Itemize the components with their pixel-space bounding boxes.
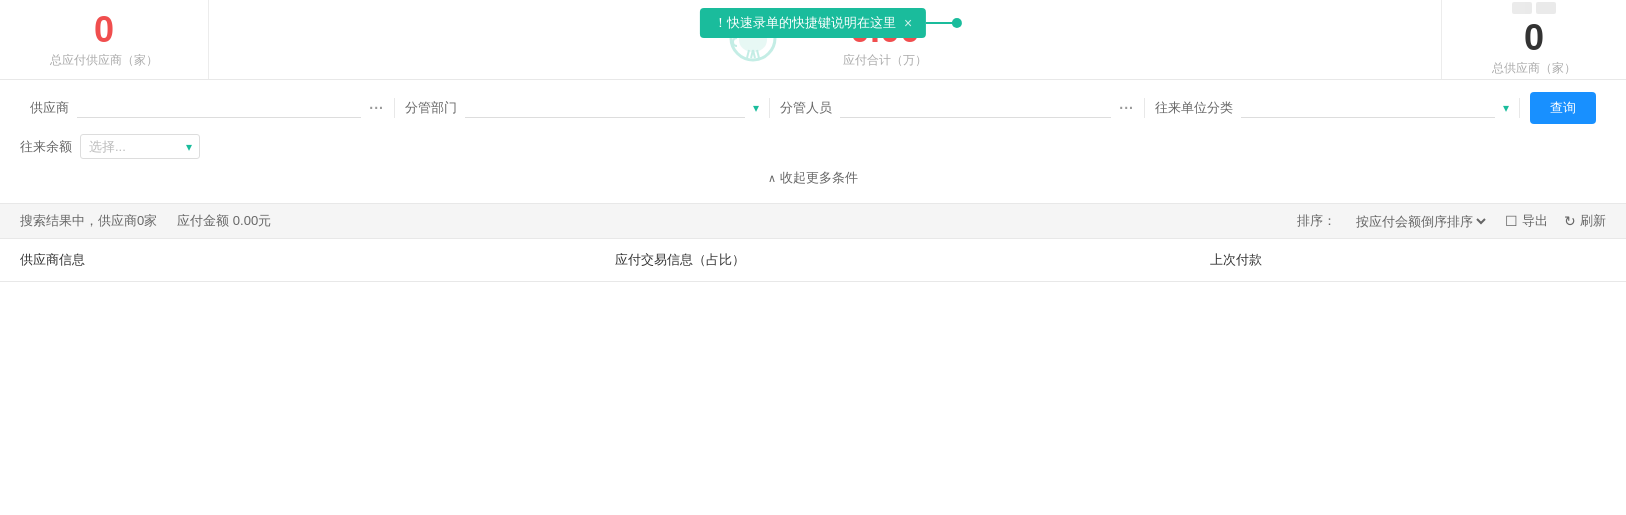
status-bar: 搜索结果中，供应商0家 应付金额 0.00元 排序： 按应付会额倒序排序 ☐ 导… — [0, 204, 1626, 239]
table-col-last-payment: 上次付款 — [1210, 251, 1607, 269]
refresh-button[interactable]: ↻ 刷新 — [1564, 212, 1606, 230]
total-suppliers-stat: 0 总供应商（家） — [1442, 0, 1626, 79]
balance-label: 往来余额 — [20, 138, 72, 156]
payable-total-label: 应付合计（万） — [843, 52, 927, 69]
status-left: 搜索结果中，供应商0家 应付金额 0.00元 — [20, 212, 271, 230]
stats-bar: 0 总应付供应商（家） 0.00 应付合计（万） ！快速录单的快捷键说明在这里 … — [0, 0, 1626, 80]
table-header: 供应商信息 应付交易信息（占比） 上次付款 — [0, 239, 1626, 282]
department-input[interactable] — [465, 98, 745, 118]
sort-label: 排序： — [1297, 212, 1336, 230]
department-filter: 分管部门 ▾ — [395, 98, 770, 118]
department-dropdown-icon[interactable]: ▾ — [753, 101, 759, 115]
manager-input[interactable] — [840, 98, 1111, 118]
filter-bar: 供应商 ··· 分管部门 ▾ 分管人员 ··· 往来单位分类 — [0, 80, 1626, 204]
query-button[interactable]: 查询 — [1530, 92, 1596, 124]
department-input-wrap — [465, 98, 745, 118]
table-col-supplier-info: 供应商信息 — [20, 251, 615, 269]
table-col-payable-info: 应付交易信息（占比） — [615, 251, 1210, 269]
payable-amount-text: 应付金额 0.00元 — [177, 212, 271, 230]
placeholder-icon — [1512, 2, 1556, 14]
export-button[interactable]: ☐ 导出 — [1505, 212, 1548, 230]
export-label: 导出 — [1522, 212, 1548, 230]
total-payable-suppliers-stat: 0 总应付供应商（家） — [0, 0, 209, 79]
export-icon: ☐ — [1505, 213, 1518, 229]
manager-more-button[interactable]: ··· — [1119, 100, 1134, 116]
unit-category-input-wrap — [1241, 98, 1495, 118]
collapse-chevron: ∧ — [768, 172, 776, 185]
filter-row-1: 供应商 ··· 分管部门 ▾ 分管人员 ··· 往来单位分类 — [20, 92, 1606, 124]
total-payable-suppliers-label: 总应付供应商（家） — [50, 52, 158, 69]
supplier-input[interactable] — [77, 98, 361, 118]
sort-select[interactable]: 按应付会额倒序排序 — [1352, 213, 1489, 230]
collapse-btn-wrap: ∧ 收起更多条件 — [20, 169, 1606, 195]
manager-filter: 分管人员 ··· — [770, 98, 1145, 118]
status-right: 排序： 按应付会额倒序排序 ☐ 导出 ↻ 刷新 — [1297, 212, 1606, 230]
manager-label: 分管人员 — [780, 99, 832, 117]
tooltip-dot — [952, 18, 962, 28]
supplier-more-button[interactable]: ··· — [369, 100, 384, 116]
total-suppliers-number: 0 — [1524, 18, 1544, 58]
tooltip-close-button[interactable]: × — [904, 15, 912, 31]
table-body — [0, 282, 1626, 515]
refresh-label: 刷新 — [1580, 212, 1606, 230]
balance-select-wrap: 选择... — [80, 134, 200, 159]
filter-row-2: 往来余额 选择... — [20, 134, 1606, 159]
supplier-filter: 供应商 ··· — [20, 98, 395, 118]
unit-category-dropdown-icon[interactable]: ▾ — [1503, 101, 1509, 115]
tooltip-text: ！快速录单的快捷键说明在这里 — [714, 14, 896, 32]
balance-select[interactable]: 选择... — [80, 134, 200, 159]
refresh-icon: ↻ — [1564, 213, 1576, 229]
collapse-button[interactable]: ∧ 收起更多条件 — [768, 169, 858, 187]
unit-category-label: 往来单位分类 — [1155, 99, 1233, 117]
query-btn-wrap: 查询 — [1520, 92, 1606, 124]
shortcut-tooltip: ！快速录单的快捷键说明在这里 × — [700, 8, 926, 38]
manager-input-wrap — [840, 98, 1111, 118]
unit-category-input[interactable] — [1241, 98, 1495, 118]
collapse-label: 收起更多条件 — [780, 169, 858, 187]
total-suppliers-label: 总供应商（家） — [1492, 60, 1576, 77]
supplier-input-wrap — [77, 98, 361, 118]
search-result-text: 搜索结果中，供应商0家 — [20, 212, 157, 230]
department-label: 分管部门 — [405, 99, 457, 117]
unit-category-filter: 往来单位分类 ▾ — [1145, 98, 1520, 118]
total-payable-suppliers-number: 0 — [94, 10, 114, 50]
supplier-label: 供应商 — [30, 99, 69, 117]
